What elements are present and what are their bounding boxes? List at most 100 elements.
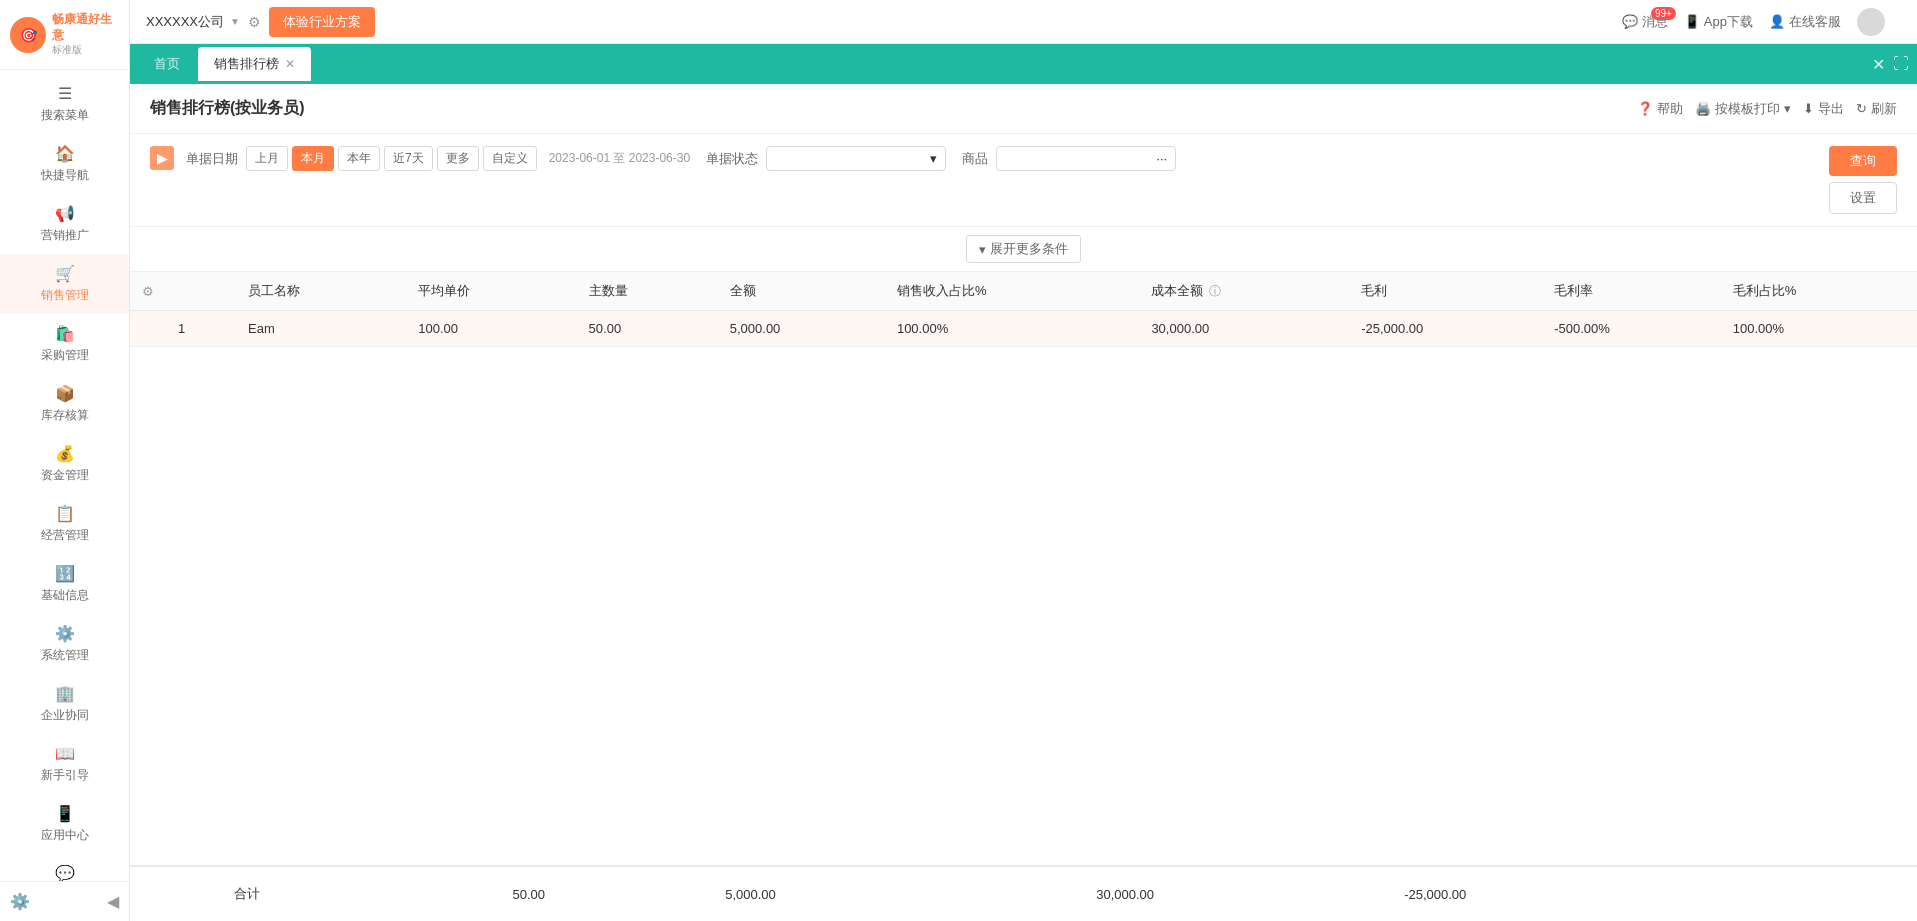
export-label: 导出 — [1818, 100, 1844, 118]
sidebar-label-enterprise: 企业协同 — [41, 707, 89, 724]
collapse-sidebar-icon[interactable]: ◀ — [107, 892, 119, 911]
filter-main-row: ▶ 单据日期 上月 本月 本年 近7天 更多 自定义 2023-06 — [150, 146, 1897, 214]
trial-button[interactable]: 体验行业方案 — [269, 7, 375, 37]
company-settings-icon[interactable]: ⚙ — [248, 14, 261, 30]
goods-label: 商品 — [962, 150, 988, 168]
marketing-icon: 📢 — [55, 204, 75, 223]
total-sales-ratio — [994, 877, 1084, 911]
tab-close-icon[interactable]: ✕ — [285, 57, 295, 71]
status-select[interactable]: ▾ — [766, 146, 946, 171]
date-btn-more[interactable]: 更多 — [437, 146, 479, 171]
logo-text-block: 畅康通好生意 标准版 — [52, 12, 119, 57]
sidebar-logo: 🎯 畅康通好生意 标准版 — [0, 0, 129, 70]
col-cost: 成本全额 ⓘ — [1139, 272, 1349, 311]
online-service-btn[interactable]: 👤 在线客服 — [1769, 13, 1841, 31]
date-btns: 上月 本月 本年 近7天 更多 自定义 — [246, 146, 537, 171]
sidebar-item-search[interactable]: ☰ 搜索菜单 — [0, 74, 129, 134]
logo-icon: 🎯 — [10, 17, 46, 53]
app-download-btn[interactable]: 📱 App下载 — [1684, 13, 1753, 31]
mobile-icon: 📱 — [1684, 14, 1700, 29]
page-header: 销售排行榜(按业务员) ❓ 帮助 🖨️ 按模板打印 ▾ ⬇ 导出 ↻ 刷新 — [130, 84, 1917, 134]
tab-sales-rank[interactable]: 销售排行榜 ✕ — [198, 47, 311, 81]
col-sales-ratio: 销售收入占比% — [885, 272, 1139, 311]
total-profit-rate — [1716, 877, 1806, 911]
sidebar-item-operation[interactable]: 📋 经营管理 — [0, 494, 129, 554]
date-range-display: 2023-06-01 至 2023-06-30 — [549, 150, 690, 167]
search-menu-icon: ☰ — [58, 84, 72, 103]
template-print-btn[interactable]: 🖨️ 按模板打印 ▾ — [1695, 100, 1791, 118]
col-profit-ratio: 毛利占比% — [1721, 272, 1917, 311]
goods-filter: 商品 ··· — [962, 146, 1176, 171]
cell-settings — [130, 311, 166, 347]
refresh-label: 刷新 — [1871, 100, 1897, 118]
purchase-icon: 🛍️ — [55, 324, 75, 343]
sidebar-item-marketing[interactable]: 📢 营销推广 — [0, 194, 129, 254]
topbar-left: XXXXXX公司 ▼ ⚙ 体验行业方案 — [146, 7, 375, 37]
filter-area: ▶ 单据日期 上月 本月 本年 近7天 更多 自定义 2023-06 — [130, 134, 1917, 227]
sidebar-label-system: 系统管理 — [41, 647, 89, 664]
col-profit-rate: 毛利率 — [1542, 272, 1720, 311]
sidebar-item-enterprise[interactable]: 🏢 企业协同 — [0, 674, 129, 734]
total-empty-settings — [150, 877, 182, 911]
total-amount: 5,000.00 — [713, 877, 994, 911]
sidebar-item-basic[interactable]: 🔢 基础信息 — [0, 554, 129, 614]
main-area: XXXXXX公司 ▼ ⚙ 体验行业方案 💬 消息 99+ 📱 App下载 👤 在… — [130, 0, 1917, 921]
column-settings-icon[interactable]: ⚙ — [142, 284, 154, 299]
message-icon: 💬 — [1622, 14, 1638, 29]
sidebar-item-finance[interactable]: 💰 资金管理 — [0, 434, 129, 494]
date-btn-current-year[interactable]: 本年 — [338, 146, 380, 171]
date-btn-current-month[interactable]: 本月 — [292, 146, 334, 171]
help-icon: ❓ — [1637, 101, 1653, 116]
company-select[interactable]: XXXXXX公司 ▼ — [146, 13, 240, 31]
date-filter: 单据日期 上月 本月 本年 近7天 更多 自定义 2023-06-01 至 20… — [186, 146, 690, 171]
col-name: 员工名称 — [236, 272, 406, 311]
tab-maximize-icon[interactable]: ⛶ — [1893, 55, 1909, 73]
sidebar-item-apps[interactable]: 📱 应用中心 — [0, 794, 129, 854]
print-chevron-icon: ▾ — [1784, 101, 1791, 116]
date-btn-prev-month[interactable]: 上月 — [246, 146, 288, 171]
goods-select[interactable]: ··· — [996, 146, 1176, 171]
export-btn[interactable]: ⬇ 导出 — [1803, 100, 1844, 118]
cell-cost: 30,000.00 — [1139, 311, 1349, 347]
help-btn[interactable]: ❓ 帮助 — [1637, 100, 1683, 118]
table-body: 1 Eam 100.00 50.00 5,000.00 100.00% 30,0… — [130, 311, 1917, 347]
operation-icon: 📋 — [55, 504, 75, 523]
sidebar-item-purchase[interactable]: 🛍️ 采购管理 — [0, 314, 129, 374]
sidebar-item-sales[interactable]: 🛒 销售管理 — [0, 254, 129, 314]
expand-label: 展开更多条件 — [990, 240, 1068, 258]
cost-help-icon[interactable]: ⓘ — [1209, 284, 1221, 298]
topbar: XXXXXX公司 ▼ ⚙ 体验行业方案 💬 消息 99+ 📱 App下载 👤 在… — [130, 0, 1917, 44]
export-icon: ⬇ — [1803, 101, 1814, 116]
apps-icon: 📱 — [55, 804, 75, 823]
sidebar-item-system[interactable]: ⚙️ 系统管理 — [0, 614, 129, 674]
sidebar-item-wechat[interactable]: 💬 企业微信 — [0, 854, 129, 881]
status-chevron-icon: ▾ — [930, 151, 937, 166]
settings-button[interactable]: 设置 — [1829, 182, 1897, 214]
total-label: 合计 — [222, 877, 410, 911]
tab-home[interactable]: 首页 — [138, 47, 196, 81]
settings-footer-icon[interactable]: ⚙️ — [10, 892, 30, 911]
refresh-btn[interactable]: ↻ 刷新 — [1856, 100, 1897, 118]
expand-conditions-btn[interactable]: ▾ 展开更多条件 — [966, 235, 1081, 263]
user-avatar[interactable] — [1857, 8, 1885, 36]
goods-more-icon: ··· — [1156, 151, 1167, 166]
tab-close-window-icon[interactable]: ✕ — [1872, 55, 1885, 74]
sidebar: 🎯 畅康通好生意 标准版 ☰ 搜索菜单 🏠 快捷导航 📢 营销推广 🛒 销售管理… — [0, 0, 130, 921]
tabbar: 首页 销售排行榜 ✕ ✕ ⛶ — [130, 44, 1917, 84]
date-btn-custom[interactable]: 自定义 — [483, 146, 537, 171]
filter-toggle-btn[interactable]: ▶ — [150, 146, 174, 170]
wechat-icon: 💬 — [55, 864, 75, 881]
cell-profit: -25,000.00 — [1349, 311, 1542, 347]
sidebar-label-search: 搜索菜单 — [41, 107, 89, 124]
page-actions: ❓ 帮助 🖨️ 按模板打印 ▾ ⬇ 导出 ↻ 刷新 — [1637, 100, 1897, 118]
sidebar-item-quick-nav[interactable]: 🏠 快捷导航 — [0, 134, 129, 194]
message-btn[interactable]: 💬 消息 99+ — [1622, 13, 1668, 31]
company-name: XXXXXX公司 — [146, 13, 224, 31]
sidebar-item-inventory[interactable]: 📦 库存核算 — [0, 374, 129, 434]
data-table: ⚙ 员工名称 平均单价 主数量 全额 销售收入占比% 成本全额 ⓘ 毛利 — [130, 272, 1917, 347]
date-btn-last-7days[interactable]: 近7天 — [384, 146, 433, 171]
query-button[interactable]: 查询 — [1829, 146, 1897, 176]
total-empty-rank — [182, 877, 222, 911]
sidebar-item-guide[interactable]: 📖 新手引导 — [0, 734, 129, 794]
sidebar-label-guide: 新手引导 — [41, 767, 89, 784]
